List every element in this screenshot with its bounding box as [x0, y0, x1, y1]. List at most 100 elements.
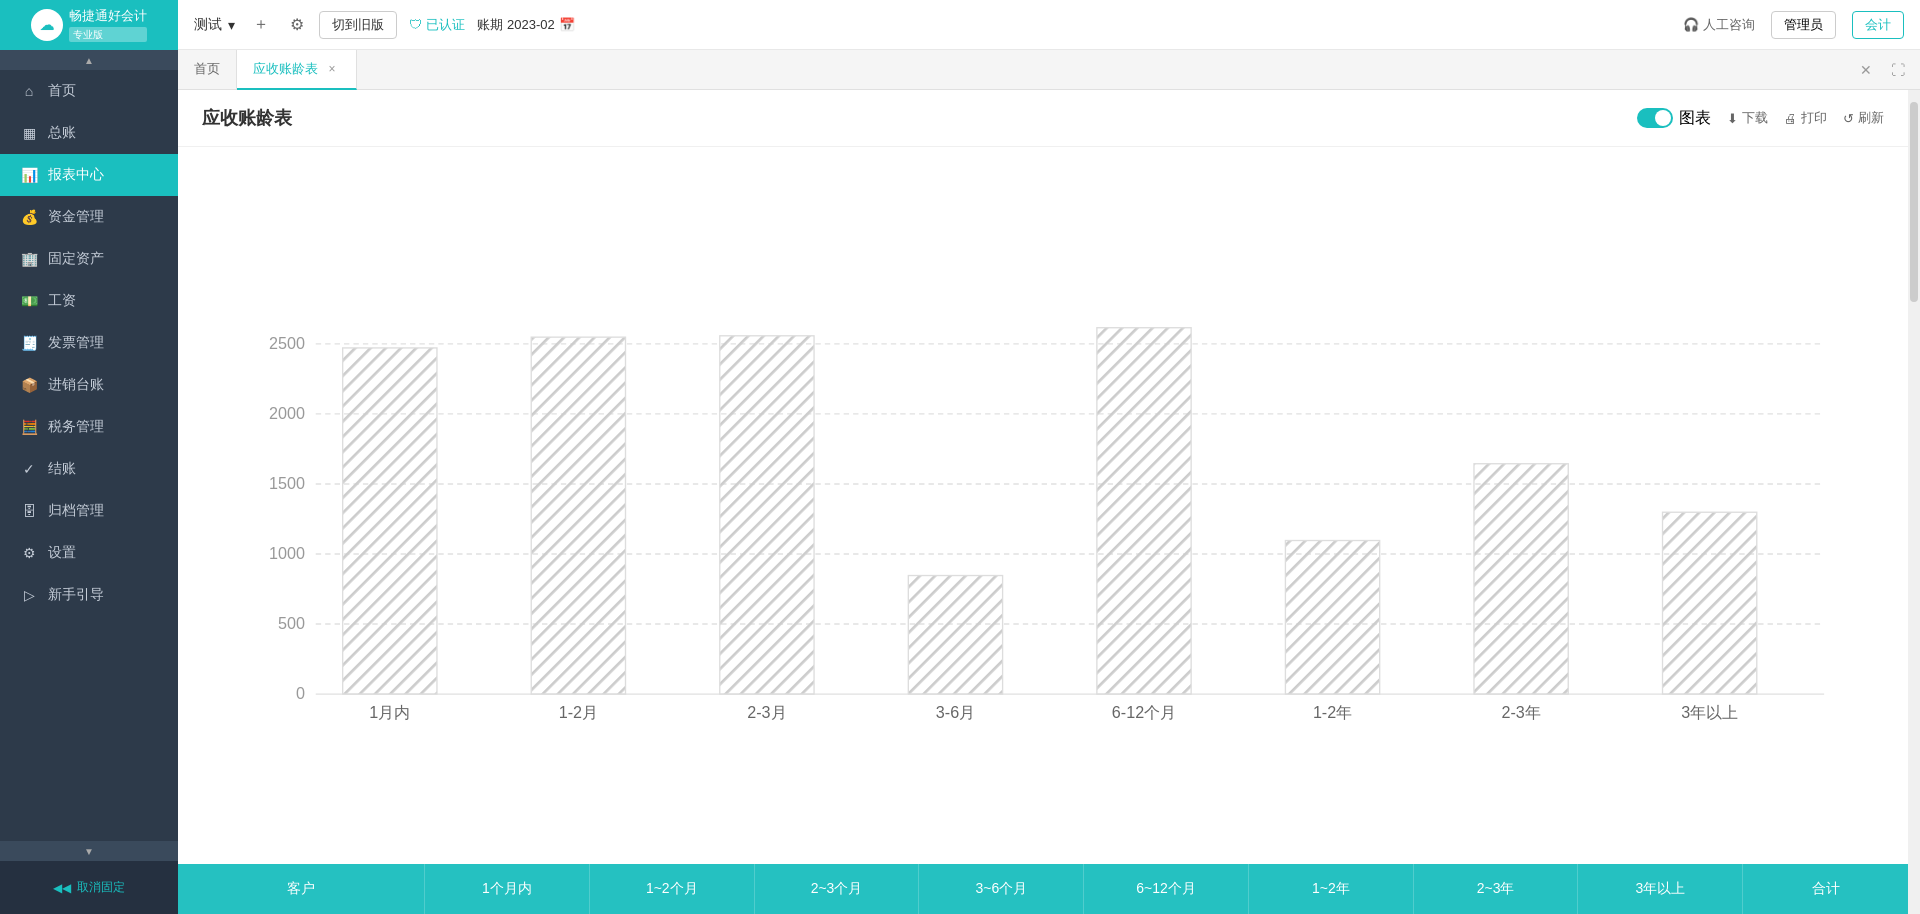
refresh-icon: ↺: [1843, 111, 1854, 126]
page-title: 应收账龄表: [202, 106, 292, 130]
calendar-icon[interactable]: 📅: [559, 17, 575, 32]
sidebar-item-tax[interactable]: 🧮 税务管理: [0, 406, 178, 448]
sidebar-item-invoice[interactable]: 🧾 发票管理: [0, 322, 178, 364]
table-header-row: 客户 1个月内 1~2个月 2~3个月 3~6个月 6~12个月 1~2年 2~…: [178, 864, 1908, 914]
svg-text:2-3月: 2-3月: [747, 703, 786, 721]
chart-toggle-label: 图表: [1679, 108, 1711, 129]
scroll-thumb[interactable]: [1910, 102, 1918, 302]
table-col-1m: 1个月内: [425, 864, 590, 914]
bar-2-3-year: [1474, 464, 1568, 694]
table-col-customer: 客户: [178, 864, 425, 914]
chart-area: 0 500 1000 1500 2000 2500: [178, 147, 1908, 864]
table-col-2-3m: 2~3个月: [755, 864, 920, 914]
tabbar-right: ✕ ⛶: [1852, 56, 1920, 84]
app-edition: 专业版: [69, 27, 147, 42]
role-button[interactable]: 会计: [1852, 11, 1904, 39]
print-button[interactable]: 🖨 打印: [1784, 109, 1827, 127]
topbar-right: 🎧 人工咨询 管理员 会计: [1683, 11, 1904, 39]
tab-close-icon[interactable]: ×: [324, 61, 340, 77]
pin-icon: ◀◀: [53, 881, 71, 895]
add-button[interactable]: ＋: [247, 11, 275, 39]
sidebar-item-funds[interactable]: 💰 资金管理: [0, 196, 178, 238]
consult-button[interactable]: 🎧 人工咨询: [1683, 16, 1755, 34]
sidebar-item-settings[interactable]: ⚙ 设置: [0, 532, 178, 574]
sidebar: ☁ 畅捷通好会计 专业版 ▲ ⌂ 首页 ▦ 总账 📊 报表中心 💰 资金管理 🏢: [0, 0, 178, 914]
toggle-track: [1637, 108, 1673, 128]
funds-icon: 💰: [20, 208, 38, 226]
app-name: 畅捷通好会计: [69, 8, 147, 25]
svg-text:0: 0: [296, 684, 305, 702]
table-col-3-6m: 3~6个月: [919, 864, 1084, 914]
sidebar-scroll-down[interactable]: ▼: [0, 841, 178, 861]
certified-badge: 🛡 已认证: [409, 16, 465, 34]
sidebar-logo: ☁ 畅捷通好会计 专业版: [0, 0, 178, 50]
sidebar-item-assets[interactable]: 🏢 固定资产: [0, 238, 178, 280]
sidebar-item-wages[interactable]: 💵 工资: [0, 280, 178, 322]
shield-icon: 🛡: [409, 17, 422, 32]
switch-version-button[interactable]: 切到旧版: [319, 11, 397, 39]
svg-text:2-3年: 2-3年: [1501, 703, 1540, 721]
guide-icon: ▷: [20, 586, 38, 604]
table-col-6-12m: 6~12个月: [1084, 864, 1249, 914]
home-icon: ⌂: [20, 82, 38, 100]
sidebar-item-home[interactable]: ⌂ 首页: [0, 70, 178, 112]
page-scroll-container: 应收账龄表 图表 ⬇ 下载 🖨: [178, 90, 1920, 914]
tax-icon: 🧮: [20, 418, 38, 436]
table-col-2-3y: 2~3年: [1414, 864, 1579, 914]
sidebar-item-ledger[interactable]: ▦ 总账: [0, 112, 178, 154]
chart-toggle[interactable]: 图表: [1637, 108, 1711, 129]
main-area: 测试 ▾ ＋ ⚙ 切到旧版 🛡 已认证 账期 2023-02 📅 🎧 人工咨询 …: [178, 0, 1920, 914]
page-toolbar: 图表 ⬇ 下载 🖨 打印 ↺ 刷新: [1637, 108, 1884, 129]
bar-1-2-month: [531, 337, 625, 694]
manager-button[interactable]: 管理员: [1771, 11, 1836, 39]
wages-icon: 💵: [20, 292, 38, 310]
sidebar-item-stock[interactable]: 📦 进销台账: [0, 364, 178, 406]
svg-text:3年以上: 3年以上: [1681, 703, 1738, 721]
sidebar-scroll-up[interactable]: ▲: [0, 50, 178, 70]
sidebar-pin-button[interactable]: ◀◀ 取消固定: [0, 871, 178, 904]
tab-aging[interactable]: 应收账龄表 ×: [237, 50, 357, 90]
toggle-thumb: [1655, 110, 1671, 126]
svg-text:2000: 2000: [269, 404, 305, 422]
close-window-button[interactable]: ✕: [1852, 56, 1880, 84]
table-col-total: 合计: [1743, 864, 1908, 914]
page-inner: 应收账龄表 图表 ⬇ 下载 🖨: [178, 90, 1908, 914]
table-col-1-2y: 1~2年: [1249, 864, 1414, 914]
sidebar-nav: ⌂ 首页 ▦ 总账 📊 报表中心 💰 资金管理 🏢 固定资产 💵 工资: [0, 70, 178, 841]
refresh-button[interactable]: ↺ 刷新: [1843, 109, 1884, 127]
headset-icon: 🎧: [1683, 17, 1699, 32]
svg-text:1月内: 1月内: [369, 703, 410, 721]
workspace-name: 测试: [194, 16, 222, 34]
svg-text:6-12个月: 6-12个月: [1112, 703, 1176, 721]
tab-home[interactable]: 首页: [178, 50, 237, 90]
ledger-icon: ▦: [20, 124, 38, 142]
topbar-actions: ＋ ⚙ 切到旧版: [247, 11, 397, 39]
expand-window-button[interactable]: ⛶: [1884, 56, 1912, 84]
settle-icon: ✓: [20, 460, 38, 478]
download-icon: ⬇: [1727, 111, 1738, 126]
vertical-scrollbar[interactable]: [1908, 90, 1920, 914]
settings-button[interactable]: ⚙: [283, 11, 311, 39]
stock-icon: 📦: [20, 376, 38, 394]
svg-text:1-2月: 1-2月: [559, 703, 598, 721]
sidebar-item-archive[interactable]: 🗄 归档管理: [0, 490, 178, 532]
settings-icon: ⚙: [20, 544, 38, 562]
svg-text:500: 500: [278, 614, 305, 632]
bar-3-plus-year: [1663, 512, 1757, 694]
workspace-selector[interactable]: 测试 ▾: [194, 16, 235, 34]
bar-6-12-month: [1097, 328, 1191, 694]
table-area: 客户 1个月内 1~2个月 2~3个月 3~6个月 6~12个月 1~2年 2~…: [178, 864, 1908, 914]
sidebar-footer: ◀◀ 取消固定: [0, 861, 178, 914]
sidebar-item-settle[interactable]: ✓ 结账: [0, 448, 178, 490]
download-button[interactable]: ⬇ 下载: [1727, 109, 1768, 127]
invoice-icon: 🧾: [20, 334, 38, 352]
period-display: 账期 2023-02 📅: [477, 16, 575, 34]
archive-icon: 🗄: [20, 502, 38, 520]
svg-text:1500: 1500: [269, 474, 305, 492]
table-col-3plus: 3年以上: [1578, 864, 1743, 914]
svg-text:1-2年: 1-2年: [1313, 703, 1352, 721]
reports-icon: 📊: [20, 166, 38, 184]
sidebar-item-guide[interactable]: ▷ 新手引导: [0, 574, 178, 616]
svg-text:3-6月: 3-6月: [936, 703, 975, 721]
sidebar-item-reports[interactable]: 📊 报表中心: [0, 154, 178, 196]
